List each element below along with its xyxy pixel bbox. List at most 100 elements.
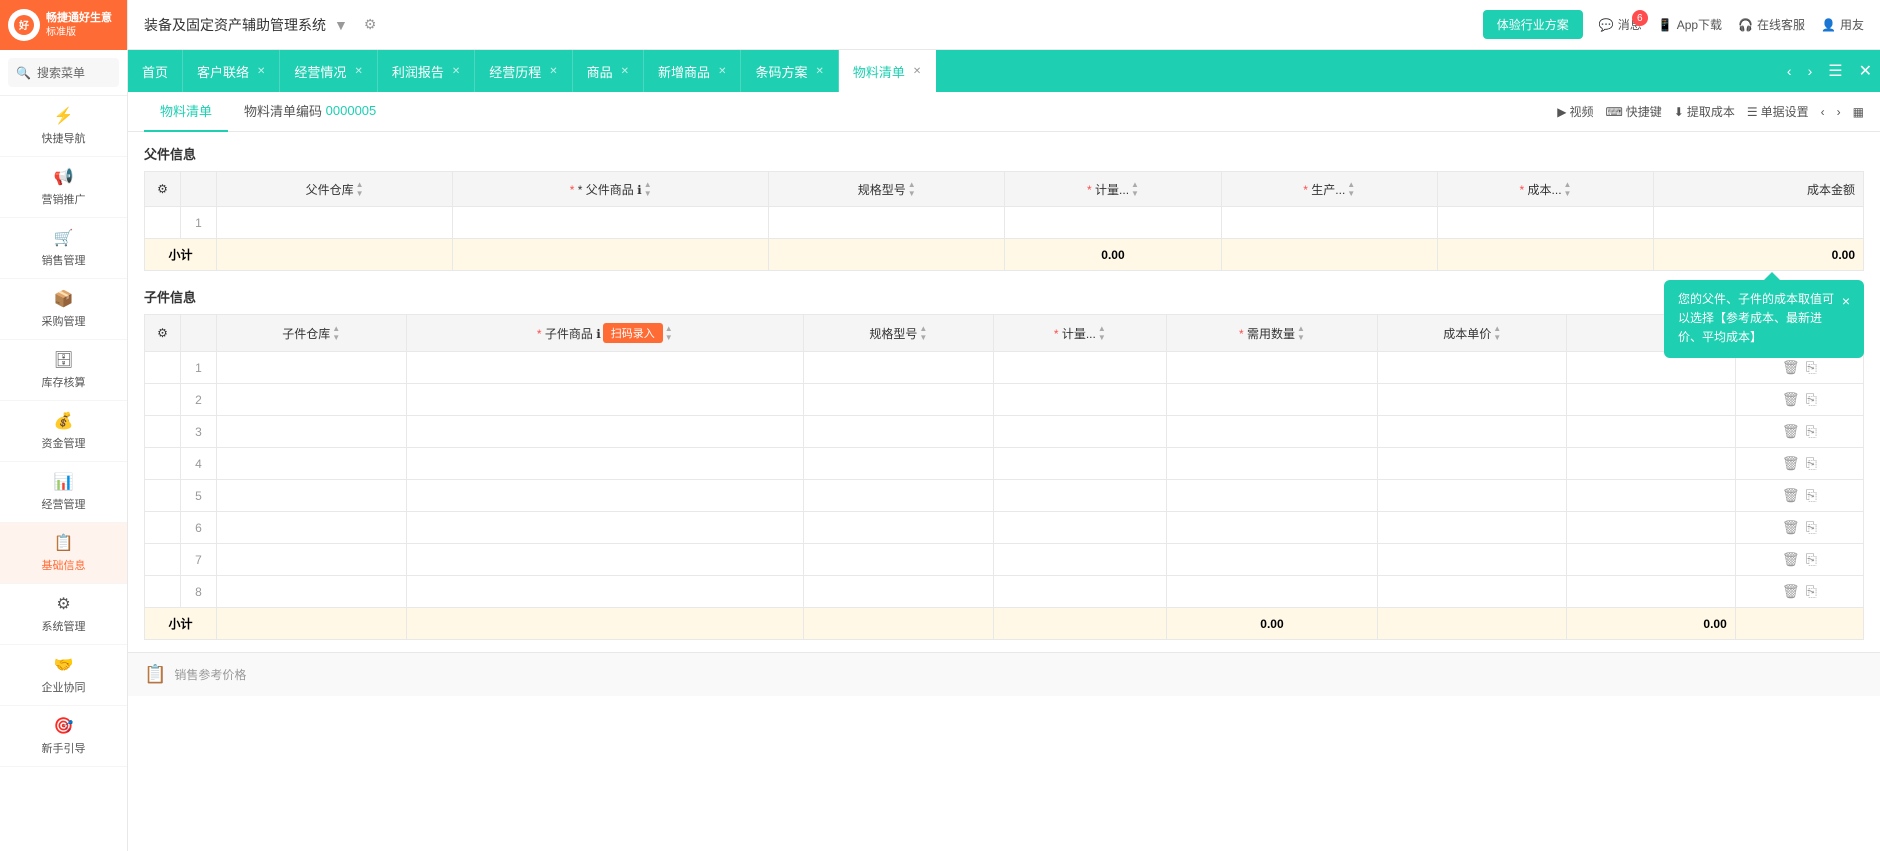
tab-barcode[interactable]: 条码方案 ✕ bbox=[741, 50, 838, 92]
sidebar-item-inventory[interactable]: 🗄 库存核算 bbox=[0, 340, 127, 401]
child-unit-2[interactable] bbox=[993, 384, 1166, 416]
user-action[interactable]: 👤 用友 bbox=[1821, 16, 1864, 33]
parent-product-cell[interactable] bbox=[453, 207, 769, 239]
sidebar-item-purchase[interactable]: 📦 采购管理 bbox=[0, 279, 127, 340]
child-product-3[interactable] bbox=[406, 416, 804, 448]
tab-new-product-close[interactable]: ✕ bbox=[718, 66, 726, 77]
scan-input-button[interactable]: 扫码录入 bbox=[603, 323, 663, 343]
delete-icon-2[interactable]: 🗑 bbox=[1782, 391, 1800, 408]
tab-product[interactable]: 商品 ✕ bbox=[573, 50, 644, 92]
tab-history-close[interactable]: ✕ bbox=[549, 66, 557, 77]
close-all-tabs-button[interactable]: ☰ bbox=[1820, 61, 1850, 81]
sidebar-item-finance[interactable]: 💰 资金管理 bbox=[0, 401, 127, 462]
shortcut-action[interactable]: ⌨ 快捷键 bbox=[1605, 103, 1661, 120]
copy-icon-1[interactable]: ⎘ bbox=[1806, 359, 1817, 376]
extract-icon: ⬇ bbox=[1674, 105, 1684, 119]
extract-cost-action[interactable]: ⬇ 提取成本 bbox=[1674, 103, 1735, 120]
sidebar-item-guide[interactable]: 🎯 新手引导 bbox=[0, 706, 127, 767]
sidebar-item-operations[interactable]: 📊 经营管理 bbox=[0, 462, 127, 523]
tab-profit[interactable]: 利润报告 ✕ bbox=[378, 50, 475, 92]
child-spec-1[interactable] bbox=[804, 352, 994, 384]
search-menu-button[interactable]: 🔍 搜索菜单 bbox=[8, 58, 119, 87]
child-warehouse-1[interactable] bbox=[217, 352, 407, 384]
child-unit-cost-3[interactable] bbox=[1377, 416, 1567, 448]
tooltip-close-button[interactable]: × bbox=[1842, 290, 1850, 312]
single-settings-action[interactable]: ☰ 单据设置 bbox=[1747, 103, 1809, 120]
child-unit-3[interactable] bbox=[993, 416, 1166, 448]
bottom-bar-icon[interactable]: 📋 bbox=[144, 664, 166, 685]
nav-back-icon[interactable]: ‹ bbox=[1821, 105, 1825, 119]
parent-spec-cell[interactable] bbox=[769, 207, 1005, 239]
tab-history[interactable]: 经营历程 ✕ bbox=[475, 50, 572, 92]
delete-icon-8[interactable]: 🗑 bbox=[1782, 583, 1800, 600]
copy-icon-5[interactable]: ⎘ bbox=[1806, 487, 1817, 504]
tab-bom-close[interactable]: ✕ bbox=[913, 66, 921, 77]
parent-cost-cell[interactable] bbox=[1437, 207, 1653, 239]
child-unit-1[interactable] bbox=[993, 352, 1166, 384]
message-action[interactable]: 💬 消息 6 bbox=[1599, 16, 1642, 33]
nav-prev-arrow[interactable]: ‹ bbox=[1779, 63, 1800, 79]
child-warehouse-2[interactable] bbox=[217, 384, 407, 416]
parent-subtotal-label: 小计 bbox=[145, 239, 217, 271]
delete-icon-4[interactable]: 🗑 bbox=[1782, 455, 1800, 472]
tab-operations[interactable]: 经营情况 ✕ bbox=[280, 50, 377, 92]
online-service-action[interactable]: 🎧 在线客服 bbox=[1738, 16, 1805, 33]
delete-icon-5[interactable]: 🗑 bbox=[1782, 487, 1800, 504]
tab-profit-close[interactable]: ✕ bbox=[452, 66, 460, 77]
tab-bom[interactable]: 物料清单 ✕ bbox=[839, 50, 936, 92]
close-window-button[interactable]: ✕ bbox=[1851, 61, 1880, 81]
sidebar-item-system[interactable]: ⚙ 系统管理 bbox=[0, 584, 127, 645]
tab-customer-close[interactable]: ✕ bbox=[257, 66, 265, 77]
nav-forward-icon[interactable]: › bbox=[1837, 105, 1841, 119]
tab-new-product[interactable]: 新增商品 ✕ bbox=[644, 50, 741, 92]
child-col-settings[interactable]: ⚙ bbox=[145, 315, 181, 352]
child-cost-amount-3 bbox=[1567, 416, 1735, 448]
tab-barcode-close[interactable]: ✕ bbox=[815, 66, 823, 77]
copy-icon-8[interactable]: ⎘ bbox=[1806, 583, 1817, 600]
copy-icon-7[interactable]: ⎘ bbox=[1806, 551, 1817, 568]
child-product-1[interactable] bbox=[406, 352, 804, 384]
grid-view-icon[interactable]: ▦ bbox=[1853, 105, 1864, 119]
parent-warehouse-cell[interactable] bbox=[217, 207, 453, 239]
tab-customer[interactable]: 客户联络 ✕ bbox=[183, 50, 280, 92]
sub-tab-bom-code[interactable]: 物料清单编码 0000005 bbox=[228, 92, 392, 132]
settings-button[interactable]: ⚙ bbox=[364, 16, 377, 33]
child-unit-cost-2[interactable] bbox=[1377, 384, 1567, 416]
delete-icon-3[interactable]: 🗑 bbox=[1782, 423, 1800, 440]
app-download-action[interactable]: 📱 App下载 bbox=[1658, 16, 1722, 33]
tab-operations-close[interactable]: ✕ bbox=[354, 66, 362, 77]
copy-icon-6[interactable]: ⎘ bbox=[1806, 519, 1817, 536]
sidebar-item-basic-info[interactable]: 📋 基础信息 bbox=[0, 523, 127, 584]
delete-icon-7[interactable]: 🗑 bbox=[1782, 551, 1800, 568]
tab-home[interactable]: 首页 bbox=[128, 50, 183, 92]
parent-col-unit: * 计量... ▲▼ bbox=[1005, 172, 1221, 207]
child-qty-2[interactable] bbox=[1167, 384, 1378, 416]
child-spec-2[interactable] bbox=[804, 384, 994, 416]
delete-icon-6[interactable]: 🗑 bbox=[1782, 519, 1800, 536]
system-title-area: 装备及固定资产辅助管理系统 ▼ ⚙ bbox=[144, 15, 376, 35]
system-dropdown-icon[interactable]: ▼ bbox=[334, 17, 348, 33]
sidebar-item-sales[interactable]: 🛒 销售管理 bbox=[0, 218, 127, 279]
child-qty-3[interactable] bbox=[1167, 416, 1378, 448]
view-action[interactable]: ▶ 视频 bbox=[1557, 103, 1593, 120]
child-warehouse-3[interactable] bbox=[217, 416, 407, 448]
nav-next-arrow[interactable]: › bbox=[1800, 63, 1821, 79]
tab-product-close[interactable]: ✕ bbox=[621, 66, 629, 77]
parent-production-cell[interactable] bbox=[1221, 207, 1437, 239]
copy-icon-2[interactable]: ⎘ bbox=[1806, 391, 1817, 408]
experience-button[interactable]: 体验行业方案 bbox=[1483, 10, 1583, 39]
child-qty-1[interactable] bbox=[1167, 352, 1378, 384]
parent-col-settings[interactable]: ⚙ bbox=[145, 172, 181, 207]
parent-unit-cell[interactable] bbox=[1005, 207, 1221, 239]
child-product-2[interactable] bbox=[406, 384, 804, 416]
sidebar-item-marketing[interactable]: 📢 营销推广 bbox=[0, 157, 127, 218]
copy-icon-3[interactable]: ⎘ bbox=[1806, 423, 1817, 440]
sub-tab-bom-list[interactable]: 物料清单 bbox=[144, 92, 228, 132]
child-unit-cost-1[interactable] bbox=[1377, 352, 1567, 384]
parent-col-cost: * 成本... ▲▼ bbox=[1437, 172, 1653, 207]
child-spec-3[interactable] bbox=[804, 416, 994, 448]
sidebar-item-enterprise[interactable]: 🤝 企业协同 bbox=[0, 645, 127, 706]
sidebar-item-quick-nav[interactable]: ⚡ 快捷导航 bbox=[0, 96, 127, 157]
delete-icon-1[interactable]: 🗑 bbox=[1782, 359, 1800, 376]
copy-icon-4[interactable]: ⎘ bbox=[1806, 455, 1817, 472]
